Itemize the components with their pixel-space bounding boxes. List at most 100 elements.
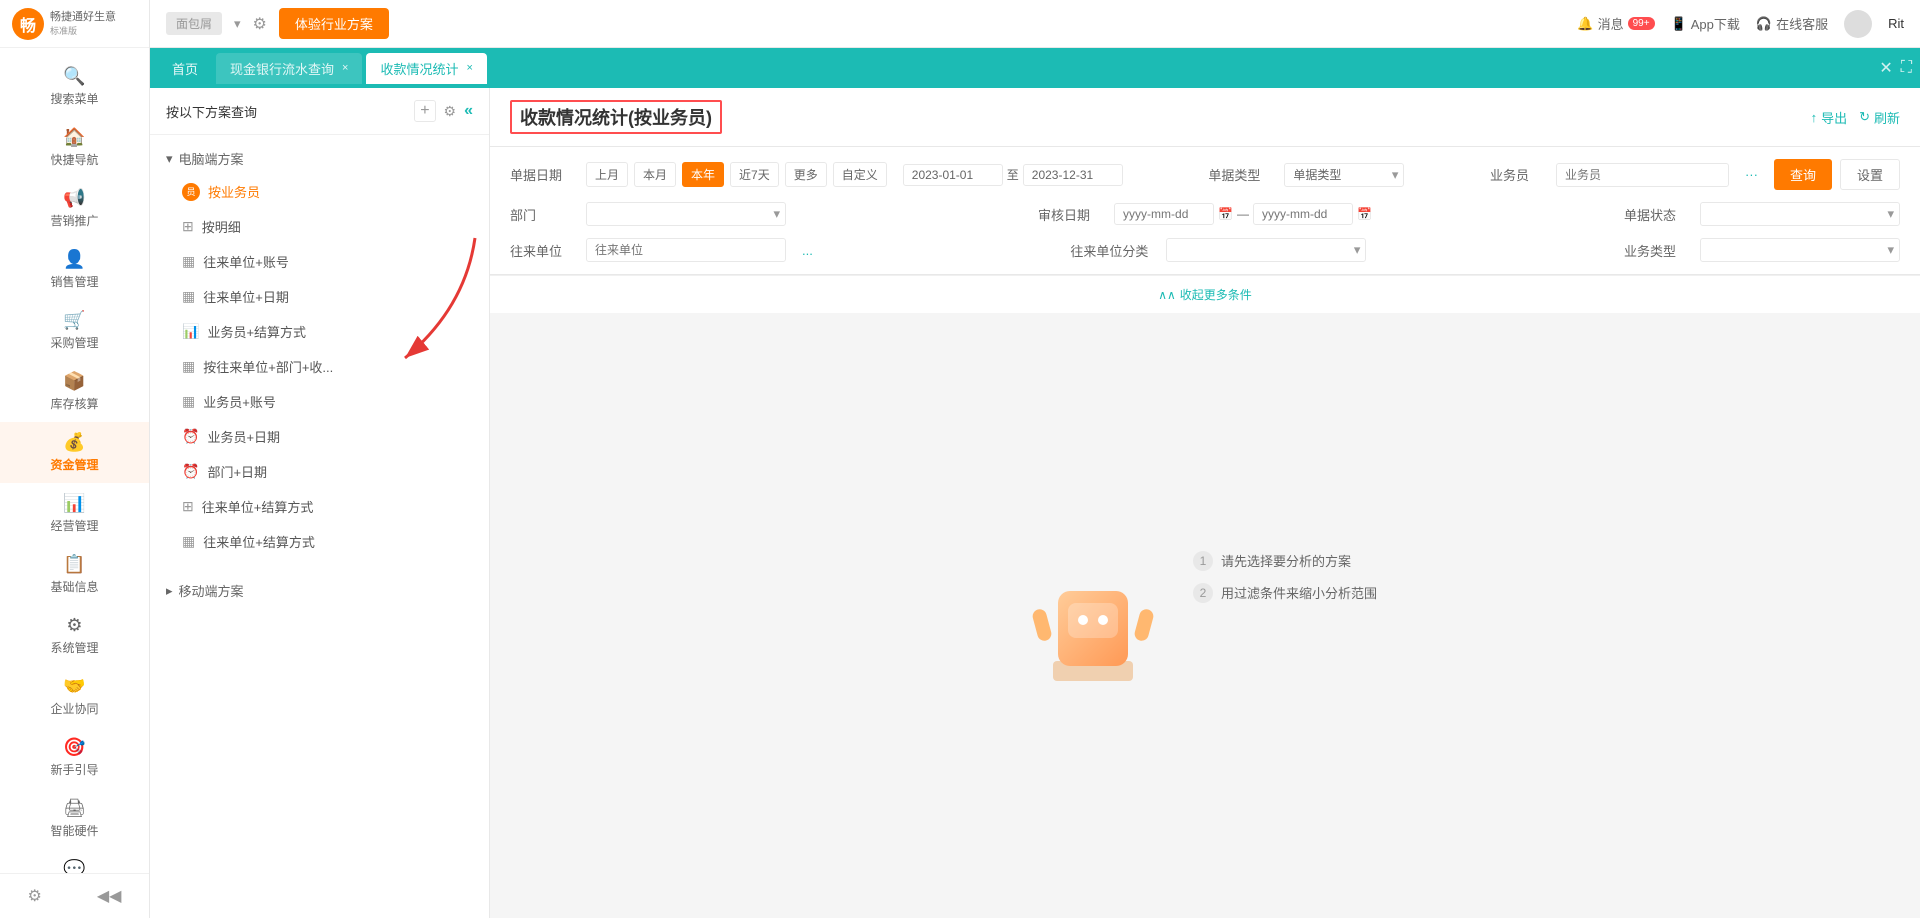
tab-close-all-icon[interactable]: ✕ (1879, 58, 1892, 78)
review-date-icon1: 📅 (1218, 207, 1233, 221)
service-icon: 🎧 (1756, 16, 1772, 32)
tab-receipt-close[interactable]: × (466, 62, 472, 74)
clock2-icon: ⏰ (182, 463, 199, 480)
review-date-icon2: 📅 (1357, 207, 1372, 221)
sidebar-item-search[interactable]: 🔍 搜索菜单 (0, 56, 149, 117)
scheme-item-label: 往来单位+结算方式 (202, 497, 314, 516)
query-btn[interactable]: 查询 (1774, 159, 1832, 190)
header-gear-icon[interactable]: ⚙ (253, 14, 267, 34)
sidebar-item-sales[interactable]: 👤 销售管理 (0, 239, 149, 300)
header-right: 🔔 消息 99+ 📱 App下载 🎧 在线客服 Rit (1577, 10, 1904, 38)
partner-more-btn[interactable]: ... (802, 243, 813, 258)
scheme-item-salesman[interactable]: 员 按业务员 (150, 174, 489, 209)
sidebar-item-marketing[interactable]: 📢 营销推广 (0, 178, 149, 239)
sidebar: 畅 畅捷通好生意 标准版 🔍 搜索菜单 🏠 快捷导航 📢 营销推广 👤 销售管理 (0, 0, 150, 918)
scheme-item-partner-dept[interactable]: ▦ 按往来单位+部门+收... (150, 349, 489, 384)
sidebar-item-operations[interactable]: 📊 经营管理 (0, 483, 149, 544)
date-btn-last-month[interactable]: 上月 (586, 162, 628, 187)
message-btn[interactable]: 🔔 消息 99+ (1577, 14, 1654, 33)
target-icon: 🎯 (63, 737, 85, 758)
tab-home[interactable]: 首页 (158, 53, 212, 84)
panel-settings-btn[interactable]: ⚙ (444, 103, 457, 120)
scheme-item-dept-date[interactable]: ⏰ 部门+日期 (150, 454, 489, 489)
settings-btn[interactable]: 设置 (1840, 159, 1900, 190)
scheme-item-salesman-date[interactable]: ⏰ 业务员+日期 (150, 419, 489, 454)
date-from-input[interactable] (903, 164, 1003, 186)
desktop-scheme-header[interactable]: ▾ 电脑端方案 (150, 143, 489, 174)
category-select-wrapper: 单据类型 (1284, 163, 1404, 187)
sidebar-item-inventory[interactable]: 📦 库存核算 (0, 361, 149, 422)
scheme-item-partner-payment2[interactable]: ▦ 往来单位+结算方式 (150, 524, 489, 559)
review-date-from-input[interactable] (1114, 203, 1214, 225)
cart-icon: 🛒 (63, 310, 85, 331)
partner-input[interactable] (586, 238, 786, 262)
scheme-item-partner-account[interactable]: ▦ 往来单位+账号 (150, 244, 489, 279)
user-avatar[interactable] (1844, 10, 1872, 38)
scheme-item-salesman-payment[interactable]: 📊 业务员+结算方式 (150, 314, 489, 349)
robot-right-arm (1133, 607, 1155, 642)
sidebar-item-enterprise[interactable]: 🤝 企业协同 (0, 666, 149, 727)
panel-add-btn[interactable]: + (414, 100, 435, 122)
table3-icon: ▦ (182, 358, 195, 375)
export-btn[interactable]: ↑ 导出 (1811, 108, 1848, 127)
review-date-to-input[interactable] (1253, 203, 1353, 225)
header-chevron-icon[interactable]: ▾ (234, 16, 241, 32)
date-btn-7days[interactable]: 近7天 (730, 162, 779, 187)
sidebar-item-label: 企业协同 (50, 700, 98, 717)
date-btn-more[interactable]: 更多 (785, 162, 827, 187)
refresh-btn[interactable]: ↻ 刷新 (1859, 108, 1900, 127)
empty-tip-1: 1 请先选择要分析的方案 (1193, 551, 1377, 571)
sidebar-item-newbie[interactable]: 🎯 新手引导 (0, 727, 149, 788)
trial-button[interactable]: 体验行业方案 (279, 8, 389, 39)
collapse-bar[interactable]: ∧∧ 收起更多条件 (490, 275, 1920, 313)
bill-status-select[interactable] (1700, 202, 1900, 226)
date-btn-this-month[interactable]: 本月 (634, 162, 676, 187)
salesman-icon: 员 (182, 183, 200, 201)
scheme-item-partner-date[interactable]: ▦ 往来单位+日期 (150, 279, 489, 314)
salesman-more-btn[interactable]: ··· (1745, 167, 1758, 182)
app-download-btn[interactable]: 📱 App下载 (1671, 14, 1740, 33)
scheme-item-salesman-account[interactable]: ▦ 业务员+账号 (150, 384, 489, 419)
sidebar-item-purchase[interactable]: 🛒 采购管理 (0, 300, 149, 361)
settings-footer-icon[interactable]: ⚙ (28, 886, 42, 906)
sidebar-item-hardware[interactable]: 🖨 智能硬件 (0, 788, 149, 849)
scheme-item-detail[interactable]: ⊞ 按明细 (150, 209, 489, 244)
date-label: 单据日期 (510, 165, 570, 184)
date-to-input[interactable] (1023, 164, 1123, 186)
sidebar-item-finance[interactable]: 💰 资金管理 (0, 422, 149, 483)
partner-category-select[interactable] (1166, 238, 1366, 262)
scheme-item-label: 按明细 (202, 217, 241, 236)
biz-type-label: 业务类型 (1624, 241, 1684, 260)
page-title-bar: 收款情况统计(按业务员) ↑ 导出 ↻ 刷新 (490, 88, 1920, 147)
date-btn-custom[interactable]: 自定义 (833, 162, 887, 187)
collapse-sidebar-icon[interactable]: ◀◀ (97, 886, 122, 906)
scheme-item-partner-payment1[interactable]: ⊞ 往来单位+结算方式 (150, 489, 489, 524)
panel-actions: + ⚙ « (414, 100, 473, 122)
mobile-scheme-section: ▸ 移动端方案 (150, 567, 489, 614)
sidebar-item-basic-info[interactable]: 📋 基础信息 (0, 544, 149, 605)
tab-cashflow[interactable]: 现金银行流水查询 × (216, 53, 362, 84)
review-date-label: 审核日期 (1038, 205, 1098, 224)
date-btn-this-year[interactable]: 本年 (682, 162, 724, 187)
tab-maximize-icon[interactable]: ⛶ (1901, 59, 1912, 77)
mobile-scheme-header[interactable]: ▸ 移动端方案 (150, 575, 489, 606)
dept-select[interactable] (586, 202, 786, 226)
bell-icon: 🔔 (1577, 16, 1593, 32)
sidebar-item-quicknav[interactable]: 🏠 快捷导航 (0, 117, 149, 178)
partner-category-label: 往来单位分类 (1070, 241, 1150, 260)
date-quick-group: 上月 本月 本年 近7天 更多 自定义 (586, 162, 887, 187)
page-title: 收款情况统计(按业务员) (510, 100, 722, 134)
sidebar-item-wechat[interactable]: 💬 企业微信 (0, 849, 149, 873)
bill-status-label: 单据状态 (1624, 205, 1684, 224)
scheme-item-label: 业务员+结算方式 (207, 322, 306, 341)
online-service-btn[interactable]: 🎧 在线客服 (1756, 14, 1828, 33)
page-area: 按以下方案查询 + ⚙ « ▾ 电脑端方案 员 按业务员 (150, 88, 1920, 918)
tab-receipt[interactable]: 收款情况统计 × (366, 53, 486, 84)
biz-type-select[interactable] (1700, 238, 1900, 262)
money-icon: 💰 (63, 432, 85, 453)
panel-collapse-btn[interactable]: « (464, 102, 473, 120)
sidebar-item-system[interactable]: ⚙ 系统管理 (0, 605, 149, 666)
category-select[interactable]: 单据类型 (1284, 163, 1404, 187)
tab-cashflow-close[interactable]: × (342, 62, 348, 74)
salesman-input[interactable] (1556, 163, 1729, 187)
